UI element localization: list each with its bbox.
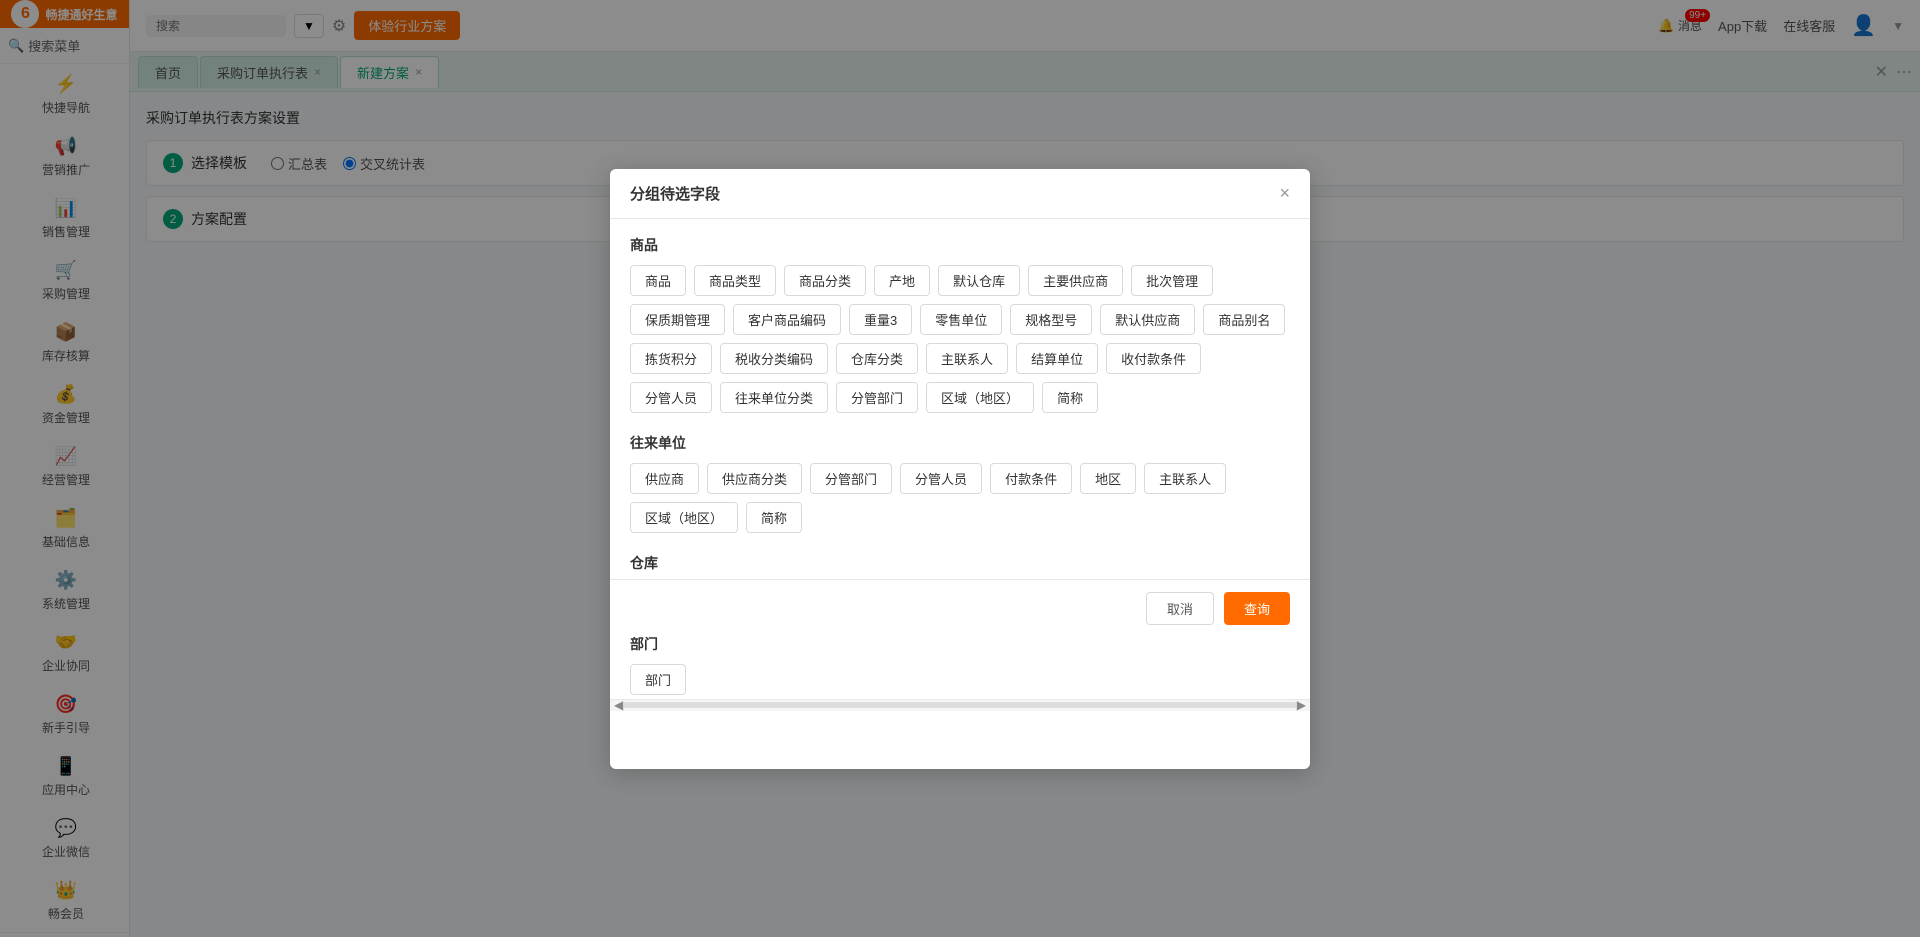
field-tag[interactable]: 收付款条件 xyxy=(1106,343,1201,374)
field-tag[interactable]: 保质期管理 xyxy=(630,304,725,335)
field-tag[interactable]: 重量3 xyxy=(849,304,912,335)
field-tag[interactable]: 默认仓库 xyxy=(938,265,1020,296)
cancel-button[interactable]: 取消 xyxy=(1146,592,1214,625)
field-tag[interactable]: 供应商分类 xyxy=(707,463,802,494)
field-tag[interactable]: 部门 xyxy=(630,664,686,695)
field-tag[interactable]: 简称 xyxy=(746,502,802,533)
field-tags-goods: 商品商品类型商品分类产地默认仓库主要供应商批次管理保质期管理客户商品编码重量3 零… xyxy=(630,265,1290,413)
section-goods: 商品商品商品类型商品分类产地默认仓库主要供应商批次管理保质期管理客户商品编码重量… xyxy=(630,235,1290,413)
field-tags-department: 部门 xyxy=(630,664,1290,695)
field-tag[interactable]: 商品 xyxy=(630,265,686,296)
field-tag[interactable]: 税收分类编码 xyxy=(720,343,828,374)
field-tag[interactable]: 零售单位 xyxy=(920,304,1002,335)
horizontal-scrollbar-track[interactable] xyxy=(623,702,1297,708)
modal-horizontal-scrollbar: ◀ ▶ xyxy=(610,699,1310,711)
field-tag[interactable]: 仓库分类 xyxy=(836,343,918,374)
field-tag[interactable]: 区域（地区） xyxy=(630,502,738,533)
field-tag[interactable]: 分管人员 xyxy=(630,382,712,413)
field-tag[interactable]: 分管人员 xyxy=(900,463,982,494)
modal-footer: 取消 查询 xyxy=(610,579,1310,637)
field-tag[interactable]: 简称 xyxy=(1042,382,1098,413)
section-title-warehouse: 仓库 xyxy=(630,553,1290,573)
field-tag[interactable]: 默认供应商 xyxy=(1100,304,1195,335)
field-tag[interactable]: 客户商品编码 xyxy=(733,304,841,335)
modal-close-button[interactable]: × xyxy=(1279,183,1290,204)
scroll-right-arrow[interactable]: ▶ xyxy=(1297,698,1306,712)
field-tag[interactable]: 主联系人 xyxy=(926,343,1008,374)
field-tag[interactable]: 批次管理 xyxy=(1131,265,1213,296)
field-tag[interactable]: 往来单位分类 xyxy=(720,382,828,413)
field-tag[interactable]: 商品类型 xyxy=(694,265,776,296)
field-tag[interactable]: 拣货积分 xyxy=(630,343,712,374)
field-tag[interactable]: 规格型号 xyxy=(1010,304,1092,335)
modal-title: 分组待选字段 xyxy=(630,183,720,204)
field-tag[interactable]: 主要供应商 xyxy=(1028,265,1123,296)
scroll-left-arrow[interactable]: ◀ xyxy=(614,698,623,712)
field-tag[interactable]: 产地 xyxy=(874,265,930,296)
modal-header: 分组待选字段 × xyxy=(610,169,1310,219)
field-tag[interactable]: 分管部门 xyxy=(836,382,918,413)
section-title-partner: 往来单位 xyxy=(630,433,1290,453)
field-tag[interactable]: 结算单位 xyxy=(1016,343,1098,374)
field-tag[interactable]: 主联系人 xyxy=(1144,463,1226,494)
field-select-modal: 分组待选字段 × 商品商品商品类型商品分类产地默认仓库主要供应商批次管理保质期管… xyxy=(610,169,1310,769)
field-tag[interactable]: 商品别名 xyxy=(1203,304,1285,335)
confirm-button[interactable]: 查询 xyxy=(1224,592,1290,625)
field-tag[interactable]: 分管部门 xyxy=(810,463,892,494)
field-tags-partner: 供应商供应商分类分管部门分管人员付款条件地区主联系人区域（地区） 简称 xyxy=(630,463,1290,533)
section-partner: 往来单位供应商供应商分类分管部门分管人员付款条件地区主联系人区域（地区） 简称 xyxy=(630,433,1290,533)
section-title-goods: 商品 xyxy=(630,235,1290,255)
section-department: 部门部门 xyxy=(630,634,1290,695)
field-tag[interactable]: 区域（地区） xyxy=(926,382,1034,413)
field-tag[interactable]: 商品分类 xyxy=(784,265,866,296)
field-tag[interactable]: 地区 xyxy=(1080,463,1136,494)
field-tag[interactable]: 供应商 xyxy=(630,463,699,494)
field-tag[interactable]: 付款条件 xyxy=(990,463,1072,494)
